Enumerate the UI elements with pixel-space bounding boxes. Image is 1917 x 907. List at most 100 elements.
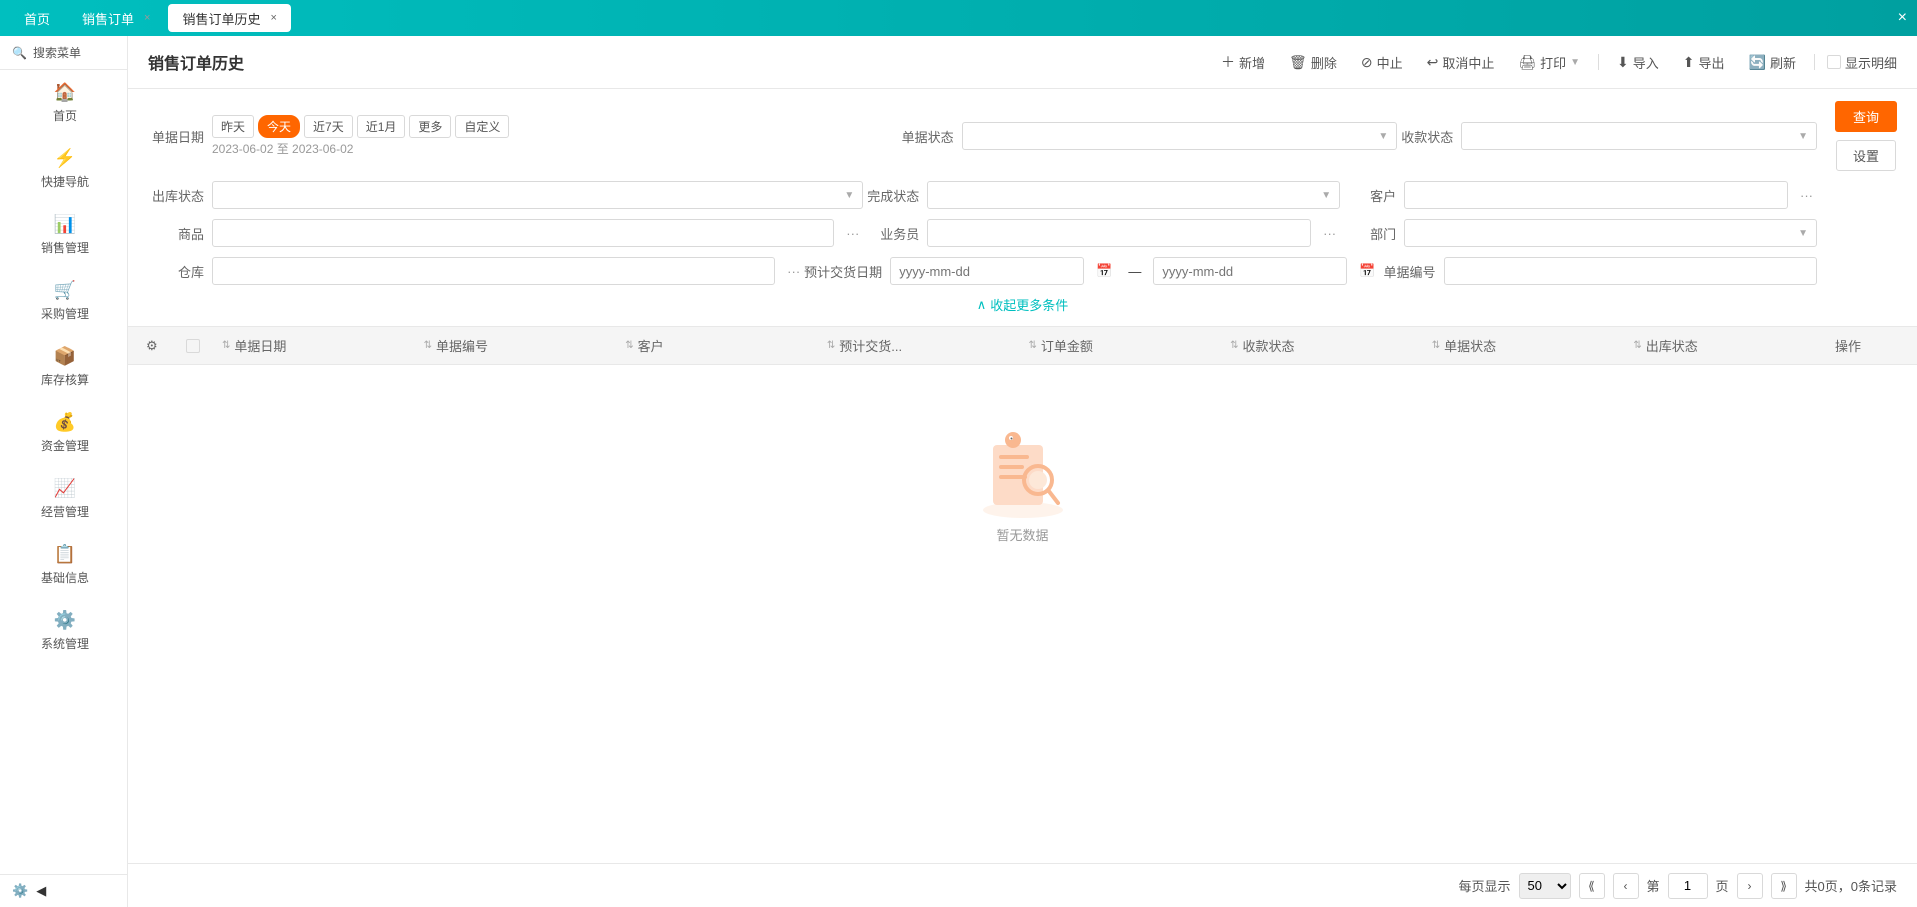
sidebar-item-quick-nav[interactable]: ⚡ 快捷导航	[0, 136, 127, 202]
page-last-btn[interactable]: ⟫	[1771, 873, 1797, 899]
settings-icon: ⚙	[146, 338, 158, 354]
date-btn-custom[interactable]: 自定义	[455, 115, 509, 138]
import-button[interactable]: ⬇ 导入	[1611, 49, 1665, 76]
salesperson-dots[interactable]: ···	[1319, 226, 1340, 241]
calendar-from-icon[interactable]: 📅	[1092, 263, 1116, 279]
export-button[interactable]: ⬆ 导出	[1677, 49, 1731, 76]
page-prev-btn[interactable]: ‹	[1613, 873, 1639, 899]
date-btn-1month[interactable]: 近1月	[357, 115, 406, 138]
refresh-button[interactable]: 🔄 刷新	[1743, 49, 1802, 76]
set-button[interactable]: 设置	[1836, 140, 1896, 171]
th-order-status[interactable]: ⇅ 单据状态	[1424, 336, 1626, 355]
export-icon: ⬆	[1683, 54, 1695, 71]
department-label: 部门	[1340, 224, 1396, 243]
sidebar-collapse-icon[interactable]: ◀	[36, 883, 46, 899]
right-actions: 查询 设置	[1835, 101, 1897, 171]
order-no-input[interactable]	[1444, 257, 1817, 285]
tab-sales-order-history[interactable]: 销售订单历史 ×	[168, 4, 290, 32]
sidebar-item-basic-info[interactable]: 📋 基础信息	[0, 532, 127, 598]
tab-home[interactable]: 首页	[10, 4, 64, 32]
page-size-select[interactable]: 50 10 20 100	[1519, 873, 1571, 899]
goods-input[interactable]	[212, 219, 834, 247]
warehouse-input[interactable]	[212, 257, 775, 285]
page-next-btn[interactable]: ›	[1737, 873, 1763, 899]
th-date[interactable]: ⇅ 单据日期	[214, 336, 416, 355]
customer-input[interactable]	[1404, 181, 1788, 209]
th-warehouse-status[interactable]: ⇅ 出库状态	[1625, 336, 1827, 355]
th-check[interactable]	[178, 339, 214, 353]
th-customer[interactable]: ⇅ 客户	[617, 336, 819, 355]
empty-text: 暂无数据	[996, 525, 1048, 544]
delete-icon: 🗑	[1289, 54, 1307, 71]
import-icon: ⬇	[1617, 54, 1629, 71]
warehouse-dots[interactable]: ···	[783, 264, 804, 279]
display-detail-checkbox[interactable]: 显示明细	[1827, 53, 1897, 72]
th-customer-sort-icon: ⇅	[625, 340, 633, 351]
department-select[interactable]: ▼	[1404, 219, 1817, 247]
th-no-sort-icon: ⇅	[424, 340, 432, 351]
delete-button[interactable]: 🗑 删除	[1283, 49, 1343, 76]
sidebar-search[interactable]: 🔍 搜索菜单	[0, 36, 127, 70]
sidebar-item-system[interactable]: ⚙️ 系统管理	[0, 598, 127, 664]
sidebar-settings-icon[interactable]: ⚙️	[12, 883, 28, 899]
payment-status-select[interactable]: ▼	[1461, 122, 1817, 150]
page-title: 销售订单历史	[148, 50, 244, 74]
sidebar-item-inventory[interactable]: 📦 库存核算	[0, 334, 127, 400]
sidebar-item-finance-label: 资金管理	[41, 437, 89, 454]
date-btn-7days[interactable]: 近7天	[304, 115, 353, 138]
filter-warehouse-status: 出库状态 ▼	[148, 181, 863, 209]
date-btn-today[interactable]: 今天	[258, 115, 300, 138]
date-btn-more[interactable]: 更多	[409, 115, 451, 138]
collapse-link[interactable]: ∧ 收起更多条件	[148, 295, 1897, 314]
sales-icon: 📊	[54, 214, 76, 235]
new-label: 新增	[1239, 53, 1265, 72]
warehouse-status-select[interactable]: ▼	[212, 181, 863, 209]
new-button[interactable]: ＋ 新增	[1215, 48, 1271, 76]
date-btn-yesterday[interactable]: 昨天	[212, 115, 254, 138]
th-payment-status[interactable]: ⇅ 收款状态	[1222, 336, 1424, 355]
sidebar-item-sales[interactable]: 📊 销售管理	[0, 202, 127, 268]
order-status-select[interactable]: ▼	[962, 122, 1398, 150]
filter-row-3: 商品 ··· 业务员 ··· 部门 ▼	[148, 219, 1897, 247]
sidebar-item-quick-nav-label: 快捷导航	[41, 173, 89, 190]
delivery-date-from[interactable]	[890, 257, 1084, 285]
complete-status-select[interactable]: ▼	[927, 181, 1340, 209]
delivery-date-to[interactable]	[1153, 257, 1347, 285]
salesperson-input[interactable]	[927, 219, 1311, 247]
department-dropdown-icon: ▼	[1798, 228, 1808, 239]
customer-dots[interactable]: ···	[1796, 188, 1817, 203]
th-settings[interactable]: ⚙	[138, 338, 178, 354]
sidebar-item-finance[interactable]: 💰 资金管理	[0, 400, 127, 466]
sidebar-item-home-label: 首页	[53, 107, 77, 124]
filter-salesperson: 业务员 ···	[863, 219, 1340, 247]
filter-goods: 商品 ···	[148, 219, 863, 247]
calendar-to-icon[interactable]: 📅	[1355, 263, 1379, 279]
query-button[interactable]: 查询	[1835, 101, 1897, 132]
purchase-icon: 🛒	[54, 280, 76, 301]
th-no[interactable]: ⇅ 单据编号	[416, 336, 618, 355]
page-label: 第	[1647, 876, 1660, 895]
th-delivery-date[interactable]: ⇅ 预计交货...	[819, 336, 1021, 355]
goods-dots[interactable]: ···	[842, 226, 863, 241]
tab-sales-order[interactable]: 销售订单 ×	[68, 4, 164, 32]
stop-button[interactable]: ⊘ 中止	[1355, 49, 1409, 76]
cancel-stop-button[interactable]: ↩ 取消中止	[1421, 49, 1501, 76]
export-label: 导出	[1699, 53, 1725, 72]
page-number-input[interactable]	[1668, 873, 1708, 899]
th-amount[interactable]: ⇅ 订单金额	[1021, 336, 1223, 355]
toolbar: ＋ 新增 🗑 删除 ⊘ 中止 ↩ 取消中止 🖨 打印	[1215, 48, 1897, 76]
page-unit: 页	[1716, 876, 1729, 895]
page-first-btn[interactable]: ⟪	[1579, 873, 1605, 899]
expected-delivery-label: 预计交货日期	[804, 262, 882, 281]
topbar-close-icon[interactable]: ×	[1898, 9, 1907, 27]
import-label: 导入	[1633, 53, 1659, 72]
warehouse-label: 仓库	[148, 262, 204, 281]
sidebar-item-home[interactable]: 🏠 首页	[0, 70, 127, 136]
sidebar-item-sales-label: 销售管理	[41, 239, 89, 256]
sidebar-item-operations[interactable]: 📈 经营管理	[0, 466, 127, 532]
print-button[interactable]: 🖨 打印 ▼	[1512, 49, 1586, 76]
tab-sales-order-close[interactable]: ×	[144, 12, 150, 24]
tab-sales-order-history-close[interactable]: ×	[270, 12, 276, 24]
sidebar-item-purchase[interactable]: 🛒 采购管理	[0, 268, 127, 334]
filter-payment-status: 收款状态 ▼ 查询 设置	[1397, 101, 1897, 171]
